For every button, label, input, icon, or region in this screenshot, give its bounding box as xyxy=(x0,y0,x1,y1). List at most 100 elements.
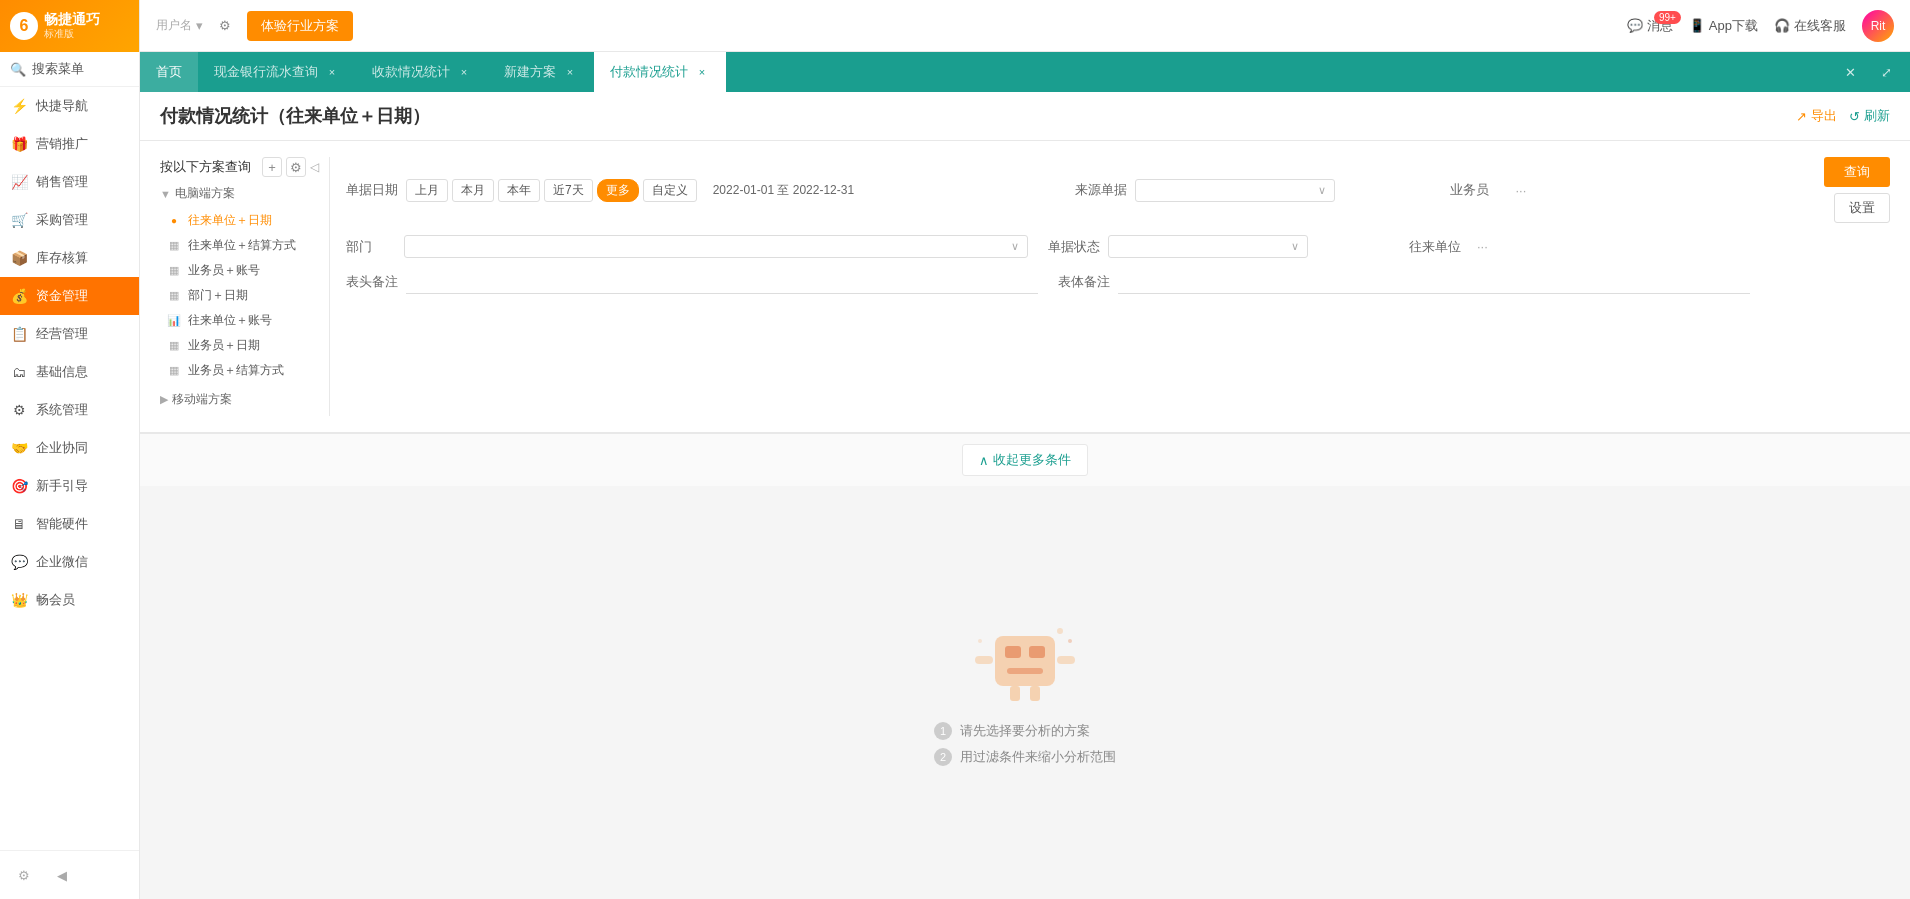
voucher-status-select[interactable]: ∨ xyxy=(1108,235,1308,258)
query-button[interactable]: 查询 xyxy=(1824,157,1890,187)
sidebar-item-label: 智能硬件 xyxy=(36,515,88,533)
tab-receipts-close-icon[interactable]: × xyxy=(456,64,472,80)
sidebar-item-cooperation[interactable]: 🤝 企业协同 xyxy=(0,429,139,467)
scheme-item-staff-settle[interactable]: ▦ 业务员＋结算方式 xyxy=(160,358,319,383)
sidebar-search-label: 搜索菜单 xyxy=(32,60,84,78)
svg-rect-3 xyxy=(1007,668,1043,674)
tab-expand-icon[interactable]: ⤢ xyxy=(1872,58,1900,86)
user-info[interactable]: 用户名 ▾ xyxy=(156,17,203,34)
scheme-panel-title: 按以下方案查询 xyxy=(160,158,251,176)
scheme-panel: 按以下方案查询 + ⚙ ◁ ▼ 电脑端方案 ● 往来单位＋日期 xyxy=(160,157,330,416)
brand-subtitle: 标准版 xyxy=(44,27,100,41)
scheme-settings-btn[interactable]: ⚙ xyxy=(286,157,306,177)
tab-cashflow[interactable]: 现金银行流水查询 × xyxy=(198,52,356,92)
app-download-btn[interactable]: 📱 App下载 xyxy=(1689,17,1758,35)
svg-point-8 xyxy=(1057,628,1063,634)
sidebar-item-purchase[interactable]: 🛒 采购管理 xyxy=(0,201,139,239)
message-btn[interactable]: 💬 消息 99+ xyxy=(1627,17,1673,35)
sidebar-collapse-btn[interactable]: ◀ xyxy=(48,861,76,889)
settings-button[interactable]: 设置 xyxy=(1834,193,1890,223)
scheme-table-icon: ▦ xyxy=(166,338,182,354)
settings-icon[interactable]: ⚙ xyxy=(211,12,239,40)
scheme-item-staff-date[interactable]: ▦ 业务员＋日期 xyxy=(160,333,319,358)
lightning-icon: ⚡ xyxy=(10,97,28,115)
search-icon: 🔍 xyxy=(10,62,26,77)
scheme-item-staff-account[interactable]: ▦ 业务员＋账号 xyxy=(160,258,319,283)
sidebar-settings-btn[interactable]: ⚙ xyxy=(10,861,38,889)
sidebar-item-wechat[interactable]: 💬 企业微信 xyxy=(0,543,139,581)
date-btn-this-month[interactable]: 本月 xyxy=(452,179,494,202)
empty-icon xyxy=(965,606,1085,706)
header-note-input[interactable] xyxy=(406,270,1038,294)
sidebar-item-hardware[interactable]: 🖥 智能硬件 xyxy=(0,505,139,543)
sidebar-item-operations[interactable]: 📋 经营管理 xyxy=(0,315,139,353)
scheme-item-label: 往来单位＋账号 xyxy=(188,312,272,329)
scheme-collapse-btn[interactable]: ◁ xyxy=(310,160,319,174)
staff-dots-btn[interactable]: ··· xyxy=(1508,179,1535,202)
tab-payments-close-icon[interactable]: × xyxy=(694,64,710,80)
tab-receipts[interactable]: 收款情况统计 × xyxy=(356,52,488,92)
tab-home[interactable]: 首页 xyxy=(140,52,198,92)
page-header: 付款情况统计（往来单位＋日期） ↗ 导出 ↺ 刷新 xyxy=(140,92,1910,141)
sidebar-item-quicknav[interactable]: ⚡ 快捷导航 xyxy=(0,87,139,125)
sidebar-item-system[interactable]: ⚙ 系统管理 xyxy=(0,391,139,429)
chevron-right-icon: ▶ xyxy=(160,393,168,406)
scheme-dot-icon: ● xyxy=(166,213,182,229)
sidebar-item-inventory[interactable]: 📦 库存核算 xyxy=(0,239,139,277)
crown-icon: 👑 xyxy=(10,591,28,609)
scheme-group-mobile-header[interactable]: ▶ 移动端方案 xyxy=(160,391,319,408)
partner-filter-field: 往来单位 ··· xyxy=(1409,235,1750,258)
sidebar-item-marketing[interactable]: 🎁 营销推广 xyxy=(0,125,139,163)
sidebar-item-finance[interactable]: 💰 资金管理 xyxy=(0,277,139,315)
date-btn-last-month[interactable]: 上月 xyxy=(406,179,448,202)
sidebar-item-label: 快捷导航 xyxy=(36,97,88,115)
collapse-button[interactable]: ∧ 收起更多条件 xyxy=(962,444,1088,476)
tab-close-all-icon[interactable]: ✕ xyxy=(1836,58,1864,86)
sidebar-item-guide[interactable]: 🎯 新手引导 xyxy=(0,467,139,505)
voucher-status-label: 单据状态 xyxy=(1048,238,1100,256)
tab-newscheme-label: 新建方案 xyxy=(504,63,556,81)
tab-cashflow-close-icon[interactable]: × xyxy=(324,64,340,80)
refresh-button[interactable]: ↺ 刷新 xyxy=(1849,107,1890,125)
scheme-item-partner-date[interactable]: ● 往来单位＋日期 xyxy=(160,208,319,233)
staff-filter-field: 业务员 ··· xyxy=(1450,179,1805,202)
date-btn-custom[interactable]: 自定义 xyxy=(643,179,697,202)
tab-newscheme[interactable]: 新建方案 × xyxy=(488,52,594,92)
scheme-item-label: 业务员＋账号 xyxy=(188,262,260,279)
body-note-input[interactable] xyxy=(1118,270,1750,294)
scheme-panel-header: 按以下方案查询 + ⚙ ◁ xyxy=(160,157,319,177)
partner-dots-btn[interactable]: ··· xyxy=(1469,235,1496,258)
collapse-label: 收起更多条件 xyxy=(993,451,1071,469)
chevron-down-icon: ∨ xyxy=(1291,240,1299,253)
gift-icon: 🎁 xyxy=(10,135,28,153)
sidebar-item-label: 库存核算 xyxy=(36,249,88,267)
body-note-label: 表体备注 xyxy=(1058,273,1110,291)
scheme-item-partner-settle[interactable]: ▦ 往来单位＋结算方式 xyxy=(160,233,319,258)
sidebar-item-member[interactable]: 👑 畅会员 xyxy=(0,581,139,619)
tab-payments[interactable]: 付款情况统计 × xyxy=(594,52,726,92)
scheme-group-pc-header[interactable]: ▼ 电脑端方案 xyxy=(160,185,319,202)
scheme-add-btn[interactable]: + xyxy=(262,157,282,177)
date-btn-more[interactable]: 更多 xyxy=(597,179,639,202)
svg-rect-5 xyxy=(1057,656,1075,664)
export-button[interactable]: ↗ 导出 xyxy=(1796,107,1837,125)
scheme-table-icon: ▦ xyxy=(166,238,182,254)
date-btn-this-year[interactable]: 本年 xyxy=(498,179,540,202)
date-btn-7days[interactable]: 近7天 xyxy=(544,179,593,202)
scheme-group-pc-title: 电脑端方案 xyxy=(175,185,235,202)
scheme-item-partner-account[interactable]: 📊 往来单位＋账号 xyxy=(160,308,319,333)
gear-icon: ⚙ xyxy=(10,401,28,419)
online-service-btn[interactable]: 🎧 在线客服 xyxy=(1774,17,1846,35)
tab-newscheme-close-icon[interactable]: × xyxy=(562,64,578,80)
sidebar-item-basic[interactable]: 🗂 基础信息 xyxy=(0,353,139,391)
scheme-item-dept-date[interactable]: ▦ 部门＋日期 xyxy=(160,283,319,308)
sidebar-item-sales[interactable]: 📈 销售管理 xyxy=(0,163,139,201)
trial-button[interactable]: 体验行业方案 xyxy=(247,11,353,41)
sidebar-footer: ⚙ ◀ xyxy=(0,850,139,899)
sidebar-item-search[interactable]: 🔍 搜索菜单 xyxy=(0,52,139,87)
dept-select[interactable]: ∨ xyxy=(404,235,1028,258)
user-avatar[interactable]: Rit xyxy=(1862,10,1894,42)
source-label: 来源单据 xyxy=(1075,181,1127,199)
sidebar-item-label: 采购管理 xyxy=(36,211,88,229)
source-select[interactable]: ∨ xyxy=(1135,179,1335,202)
